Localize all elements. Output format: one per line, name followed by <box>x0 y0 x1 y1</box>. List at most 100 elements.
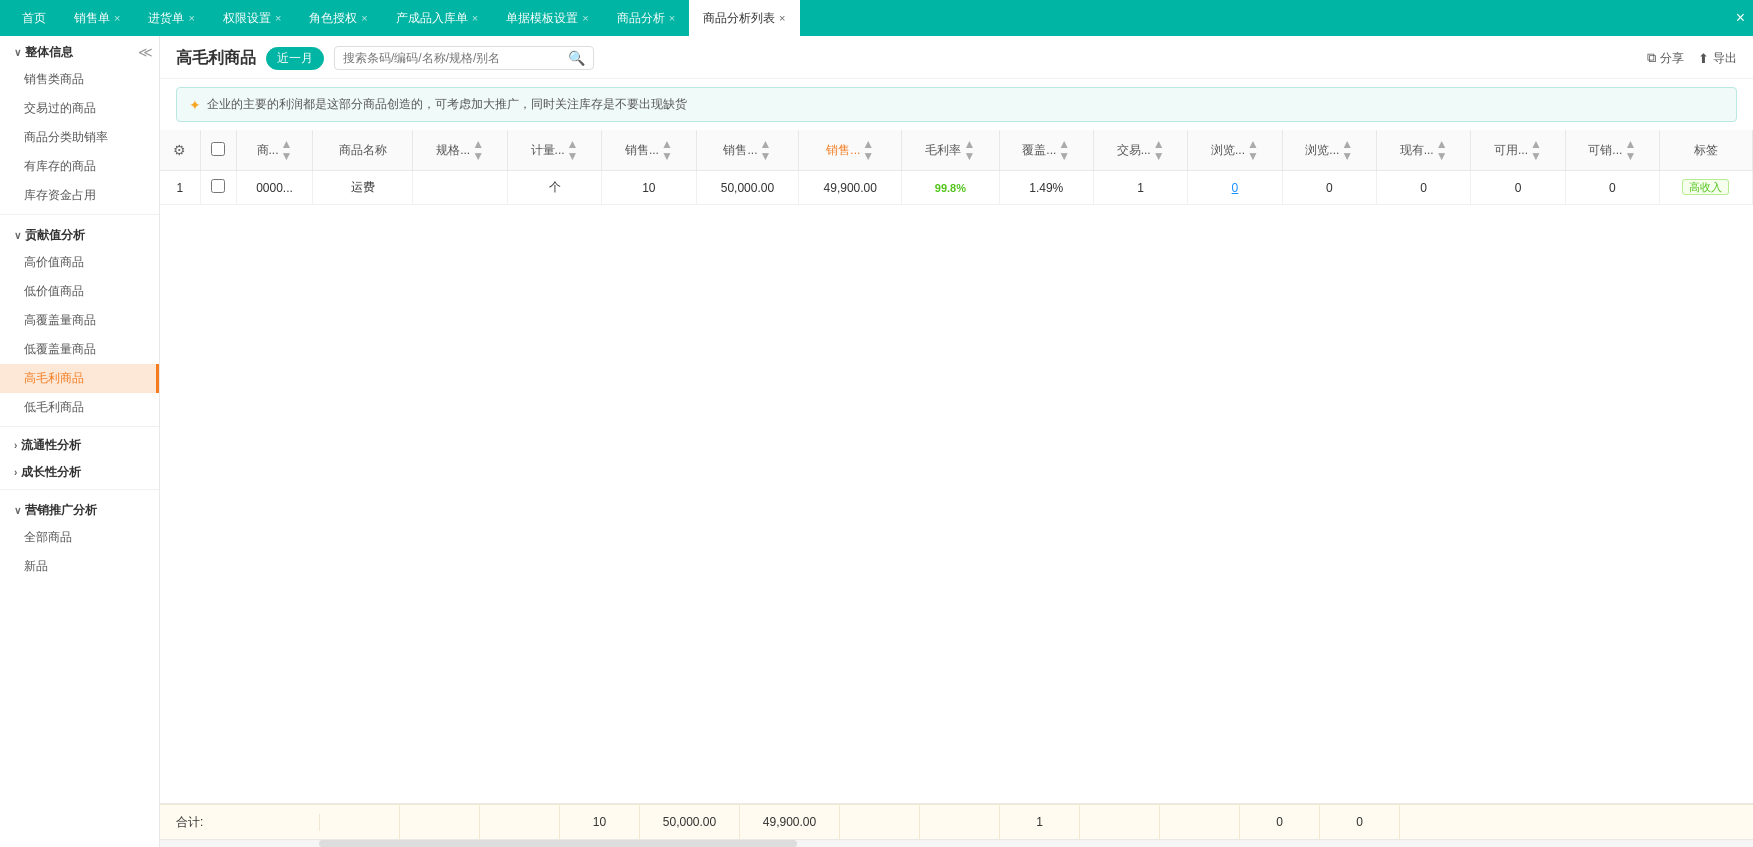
cell-sales-profit: 49,900.00 <box>799 171 902 205</box>
nav-sales[interactable]: 销售单 × <box>60 0 134 36</box>
filter-recent-month[interactable]: 近一月 <box>266 47 324 70</box>
export-button[interactable]: ⬆ 导出 <box>1698 50 1737 67</box>
col-trade[interactable]: 交易... ▲▼ <box>1093 130 1187 171</box>
select-all-checkbox[interactable] <box>211 142 225 156</box>
search-input[interactable] <box>343 51 564 65</box>
sidebar-group-liquidity[interactable]: › 流通性分析 <box>0 431 159 458</box>
table-body: 1 0000... 运费 个 10 50,000.00 49,900.00 99… <box>160 171 1753 205</box>
content-header: 高毛利商品 近一月 🔍 ⧉ 分享 ⬆ 导出 <box>160 36 1753 79</box>
nav-template-close[interactable]: × <box>582 12 588 24</box>
cell-name: 运费 <box>313 171 413 205</box>
nav-sales-close[interactable]: × <box>114 12 120 24</box>
cell-sales-amount: 50,000.00 <box>696 171 799 205</box>
nav-purchase-close[interactable]: × <box>188 12 194 24</box>
share-button[interactable]: ⧉ 分享 <box>1647 50 1684 67</box>
sidebar-group-contribution[interactable]: ∨ 贡献值分析 <box>0 219 159 248</box>
overall-expand-icon: ∨ <box>14 47 21 58</box>
sidebar-group-marketing[interactable]: ∨ 营销推广分析 <box>0 494 159 523</box>
nav-analysis-list-close[interactable]: × <box>779 12 785 24</box>
cell-sellable-stock: 0 <box>1565 171 1659 205</box>
nav-purchase[interactable]: 进货单 × <box>134 0 208 36</box>
sidebar-group-overall[interactable]: ∨ 整体信息 <box>0 36 159 65</box>
col-code[interactable]: 商... ▲▼ <box>236 130 313 171</box>
footer-total: 合计: 10 50,000.00 49,900.00 1 0 0 <box>160 803 1753 839</box>
sidebar-item-category-rate[interactable]: 商品分类助销率 <box>0 123 159 152</box>
sidebar-item-low-value[interactable]: 低价值商品 <box>0 277 159 306</box>
cell-tag: 高收入 <box>1659 171 1752 205</box>
col-name[interactable]: 商品名称 <box>313 130 413 171</box>
sidebar-item-sales-goods[interactable]: 销售类商品 <box>0 65 159 94</box>
cell-trade: 1 <box>1093 171 1187 205</box>
col-browse1[interactable]: 浏览... ▲▼ <box>1188 130 1282 171</box>
liquidity-expand-icon: › <box>14 440 17 451</box>
export-icon: ⬆ <box>1698 51 1709 66</box>
nav-analysis[interactable]: 商品分析 × <box>603 0 689 36</box>
nav-home[interactable]: 首页 <box>8 0 60 36</box>
nav-template[interactable]: 单据模板设置 × <box>492 0 602 36</box>
horizontal-scrollbar[interactable] <box>160 839 1753 847</box>
nav-product-in-close[interactable]: × <box>472 12 478 24</box>
growth-expand-icon: › <box>14 467 17 478</box>
table-row[interactable]: 1 0000... 运费 个 10 50,000.00 49,900.00 99… <box>160 171 1753 205</box>
footer-cell-cover <box>920 804 1000 840</box>
cell-available-stock: 0 <box>1471 171 1565 205</box>
sidebar-item-low-coverage[interactable]: 低覆盖量商品 <box>0 335 159 364</box>
footer-cell-sales-amount: 50,000.00 <box>640 804 740 840</box>
col-sales-amount[interactable]: 销售... ▲▼ <box>696 130 799 171</box>
top-navigation: 首页 销售单 × 进货单 × 权限设置 × 角色授权 × 产成品入库单 × 单据… <box>0 0 1753 36</box>
col-current-stock[interactable]: 现有... ▲▼ <box>1376 130 1470 171</box>
nav-role[interactable]: 角色授权 × <box>295 0 381 36</box>
sidebar-item-traded-goods[interactable]: 交易过的商品 <box>0 94 159 123</box>
sidebar-item-high-value[interactable]: 高价值商品 <box>0 248 159 277</box>
col-gross-rate[interactable]: 毛利率 ▲▼ <box>902 130 999 171</box>
cell-checkbox[interactable] <box>200 171 236 205</box>
table-wrapper[interactable]: ⚙ 商... ▲▼ 商品名称 <box>160 130 1753 803</box>
row-checkbox[interactable] <box>211 179 225 193</box>
contribution-expand-icon: ∨ <box>14 230 21 241</box>
sidebar-item-low-gross[interactable]: 低毛利商品 <box>0 393 159 422</box>
nav-permission-close[interactable]: × <box>275 12 281 24</box>
search-icon[interactable]: 🔍 <box>568 50 585 66</box>
footer-cell-sales-profit: 49,900.00 <box>740 804 840 840</box>
cell-code: 0000... <box>236 171 313 205</box>
cell-index: 1 <box>160 171 200 205</box>
sidebar-item-high-coverage[interactable]: 高覆盖量商品 <box>0 306 159 335</box>
footer-cell-available-stock: 0 <box>1320 804 1400 840</box>
col-sales-qty[interactable]: 销售... ▲▼ <box>602 130 696 171</box>
col-spec[interactable]: 规格... ▲▼ <box>413 130 507 171</box>
page-title: 高毛利商品 <box>176 48 256 69</box>
settings-icon[interactable]: ⚙ <box>173 142 186 158</box>
sidebar-item-all-goods[interactable]: 全部商品 <box>0 523 159 552</box>
cell-sales-qty: 10 <box>602 171 696 205</box>
search-box[interactable]: 🔍 <box>334 46 594 70</box>
sidebar: ≪ ∨ 整体信息 销售类商品 交易过的商品 商品分类助销率 有库存的商品 库存资… <box>0 36 160 847</box>
scrollbar-track[interactable] <box>319 840 797 847</box>
col-cover-rate[interactable]: 覆盖... ▲▼ <box>999 130 1093 171</box>
col-sales-profit[interactable]: 销售... ▲▼ <box>799 130 902 171</box>
sidebar-item-stock-goods[interactable]: 有库存的商品 <box>0 152 159 181</box>
footer-cell-spacer2 <box>400 804 480 840</box>
col-sellable-stock[interactable]: 可销... ▲▼ <box>1565 130 1659 171</box>
sidebar-collapse-button[interactable]: ≪ <box>138 44 153 60</box>
sidebar-item-high-gross[interactable]: 高毛利商品 <box>0 364 159 393</box>
col-checkbox <box>200 130 236 171</box>
global-close-icon[interactable]: × <box>1736 9 1745 27</box>
nav-product-in[interactable]: 产成品入库单 × <box>382 0 492 36</box>
nav-analysis-list[interactable]: 商品分析列表 × <box>689 0 799 36</box>
sidebar-item-new-goods[interactable]: 新品 <box>0 552 159 581</box>
cell-gross-rate: 99.8% <box>902 171 999 205</box>
col-tag: 标签 <box>1659 130 1752 171</box>
col-browse2[interactable]: 浏览... ▲▼ <box>1282 130 1376 171</box>
nav-analysis-close[interactable]: × <box>669 12 675 24</box>
nav-role-close[interactable]: × <box>361 12 367 24</box>
nav-permission[interactable]: 权限设置 × <box>209 0 295 36</box>
cell-current-stock: 0 <box>1376 171 1470 205</box>
footer-total-inner: 合计: 10 50,000.00 49,900.00 1 0 0 <box>160 804 1753 839</box>
col-available-stock[interactable]: 可用... ▲▼ <box>1471 130 1565 171</box>
sidebar-item-stock-capital[interactable]: 库存资金占用 <box>0 181 159 210</box>
sidebar-group-growth[interactable]: › 成长性分析 <box>0 458 159 485</box>
col-unit[interactable]: 计量... ▲▼ <box>507 130 601 171</box>
data-table: ⚙ 商... ▲▼ 商品名称 <box>160 130 1753 205</box>
cell-browse1[interactable]: 0 <box>1188 171 1282 205</box>
footer-cell-browse1 <box>1080 804 1160 840</box>
